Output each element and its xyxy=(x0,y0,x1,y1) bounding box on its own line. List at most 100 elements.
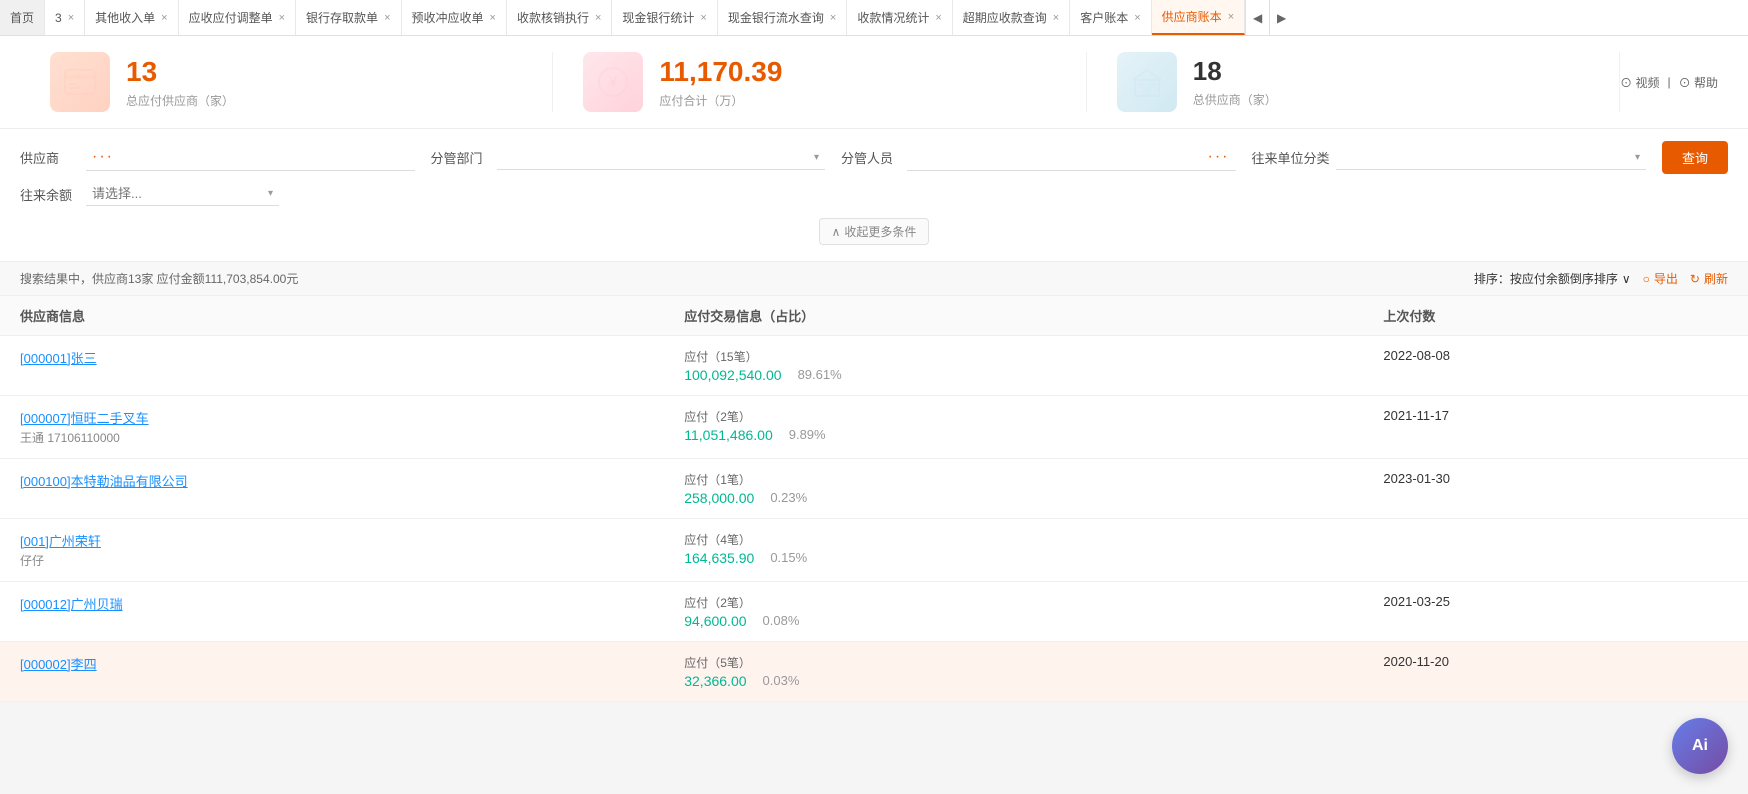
nav-prev-arrow[interactable]: ◀ xyxy=(1245,0,1269,35)
nav-tab-bank-deposit[interactable]: 银行存取款单 × xyxy=(296,0,401,35)
supplier-link[interactable]: [000007]恒旺二手叉车 xyxy=(20,411,149,426)
dept-input[interactable] xyxy=(503,150,814,165)
help-link[interactable]: ⊙ 帮助 xyxy=(1679,74,1718,91)
supplier-link[interactable]: [000001]张三 xyxy=(20,351,97,366)
supplier-contact: 仔仔 xyxy=(20,552,644,569)
results-actions: 排序：按应付余额倒序排序 ∨ ○ 导出 ↻ 刷新 xyxy=(1474,270,1728,287)
supplier-cell: [000002]李四 xyxy=(0,642,664,702)
payable-amount[interactable]: 32,366.00 xyxy=(684,673,746,689)
nav-tab-other-income-label: 其他收入单 xyxy=(95,9,155,26)
top-right-links: ⊙ 视频 | ⊙ 帮助 xyxy=(1620,74,1728,91)
query-button[interactable]: 查询 xyxy=(1662,141,1728,174)
close-icon[interactable]: × xyxy=(595,12,601,24)
payable-amount[interactable]: 11,051,486.00 xyxy=(684,427,773,443)
payable-amount[interactable]: 164,635.90 xyxy=(684,550,754,566)
close-icon[interactable]: × xyxy=(700,12,706,24)
nav-tab-overdue[interactable]: 超期应收款查询 × xyxy=(953,0,1070,35)
category-input[interactable] xyxy=(1342,150,1635,165)
filter-wrapper-balance[interactable]: ▾ xyxy=(86,182,279,206)
person-ellipsis[interactable]: ··· xyxy=(1208,148,1230,166)
refresh-label: 刷新 xyxy=(1704,270,1728,287)
stat-info-payable: 13 总应付供应商（家） xyxy=(126,55,234,110)
supplier-link[interactable]: [000002]李四 xyxy=(20,657,97,672)
sort-label: 排序：按应付余额倒序排序 xyxy=(1474,270,1618,287)
table-row: [000100]本特勒油品有限公司应付（1笔）258,000.000.23%20… xyxy=(0,459,1748,519)
sort-button[interactable]: 排序：按应付余额倒序排序 ∨ xyxy=(1474,270,1631,287)
payable-note: 应付（2笔） xyxy=(684,594,1343,611)
nav-tab-other-income[interactable]: 其他收入单 × xyxy=(85,0,178,35)
nav-tab-payment-exec[interactable]: 收款核销执行 × xyxy=(507,0,612,35)
table-wrapper: 供应商信息 应付交易信息（占比） 上次付数 [000001]张三应付（15笔）1… xyxy=(0,296,1748,702)
nav-tab-ar-ap-adjust-label: 应收应付调整单 xyxy=(189,9,273,26)
supplier-link[interactable]: [001]广州荣轩 xyxy=(20,534,101,549)
filter-item-supplier: 供应商 xyxy=(20,144,415,171)
collapse-button[interactable]: ∧ 收起更多条件 xyxy=(819,218,930,245)
export-button[interactable]: ○ 导出 xyxy=(1643,270,1678,287)
close-icon[interactable]: × xyxy=(384,12,390,24)
stat-value-total-suppliers: 18 xyxy=(1193,56,1277,87)
nav-tab-ar-ap-adjust[interactable]: 应收应付调整单 × xyxy=(179,0,296,35)
supplier-link[interactable]: [000100]本特勒油品有限公司 xyxy=(20,474,188,489)
filter-wrapper-category[interactable]: ▾ xyxy=(1336,146,1646,170)
payable-note: 应付（1笔） xyxy=(684,471,1343,488)
nav-tab-payment-stats[interactable]: 收款情况统计 × xyxy=(847,0,952,35)
col-header-payable: 应付交易信息（占比） xyxy=(664,296,1363,336)
payable-note: 应付（5笔） xyxy=(684,654,1343,671)
person-input[interactable] xyxy=(913,150,1208,165)
last-payment-value: 2020-11-20 xyxy=(1383,654,1449,669)
filter-label-category: 往来单位分类 xyxy=(1252,148,1330,167)
stat-icon-store xyxy=(1117,52,1177,112)
stat-value-payable: 13 xyxy=(126,55,234,89)
nav-tab-overdue-label: 超期应收款查询 xyxy=(963,9,1047,26)
stat-label-total-suppliers: 总供应商（家） xyxy=(1193,91,1277,108)
nav-tab-customer-ledger[interactable]: 客户账本 × xyxy=(1070,0,1151,35)
payable-amount[interactable]: 258,000.00 xyxy=(684,490,754,506)
payable-amount[interactable]: 100,092,540.00 xyxy=(684,367,781,383)
close-icon[interactable]: × xyxy=(1134,12,1140,24)
results-info: 搜索结果中，供应商13家 应付金额111,703,854.00元 xyxy=(20,270,298,287)
filter-wrapper-dept[interactable]: ▾ xyxy=(497,146,826,170)
payable-cell: 应付（15笔）100,092,540.0089.61% xyxy=(664,336,1363,396)
col-header-supplier: 供应商信息 xyxy=(0,296,664,336)
close-icon[interactable]: × xyxy=(1228,11,1234,23)
nav-tab-supplier-ledger[interactable]: 供应商账本 × xyxy=(1152,0,1245,35)
help-icon: ⊙ xyxy=(1679,76,1691,90)
close-icon[interactable]: × xyxy=(935,12,941,24)
video-link[interactable]: ⊙ 视频 xyxy=(1620,74,1659,91)
filter-wrapper-supplier[interactable] xyxy=(86,144,415,171)
balance-input[interactable] xyxy=(92,186,268,201)
filter-row-1: 供应商 分管部门 ▾ 分管人员 ··· 往来单位分类 ▾ xyxy=(20,141,1728,174)
payable-cell: 应付（2笔）94,600.000.08% xyxy=(664,582,1363,642)
nav-tab-3[interactable]: 3 × xyxy=(45,0,85,35)
filter-label-dept: 分管部门 xyxy=(431,148,491,167)
supplier-link[interactable]: [000012]广州贝瑞 xyxy=(20,597,123,612)
supplier-text-input[interactable] xyxy=(112,150,409,165)
supplier-input[interactable] xyxy=(92,148,112,166)
supplier-cell: [001]广州荣轩仔仔 xyxy=(0,519,664,582)
close-icon[interactable]: × xyxy=(1053,12,1059,24)
refresh-icon: ↻ xyxy=(1690,272,1700,286)
close-icon[interactable]: × xyxy=(830,12,836,24)
ai-assistant-bubble[interactable]: Ai xyxy=(1672,718,1728,774)
refresh-button[interactable]: ↻ 刷新 xyxy=(1690,270,1728,287)
results-bar: 搜索结果中，供应商13家 应付金额111,703,854.00元 排序：按应付余… xyxy=(0,262,1748,296)
nav-tab-home[interactable]: 首页 xyxy=(0,0,45,35)
close-icon[interactable]: × xyxy=(161,12,167,24)
close-icon[interactable]: × xyxy=(68,12,74,24)
nav-tab-prepay[interactable]: 预收冲应收单 × xyxy=(402,0,507,35)
filter-wrapper-person[interactable]: ··· xyxy=(907,144,1236,171)
table-row: [000002]李四应付（5笔）32,366.000.03%2020-11-20 xyxy=(0,642,1748,702)
top-nav: 首页 3 × 其他收入单 × 应收应付调整单 × 银行存取款单 × 预收冲应收单… xyxy=(0,0,1748,36)
nav-next-arrow[interactable]: ▶ xyxy=(1269,0,1293,35)
supplier-cell: [000007]恒旺二手叉车王通 17106110000 xyxy=(0,396,664,459)
stat-label-total: 应付合计（万） xyxy=(659,92,782,109)
nav-tab-cash-bank-stats[interactable]: 现金银行统计 × xyxy=(612,0,717,35)
supplier-contact: 王通 17106110000 xyxy=(20,429,644,446)
payable-cell: 应付（2笔）11,051,486.009.89% xyxy=(664,396,1363,459)
close-icon[interactable]: × xyxy=(279,12,285,24)
payable-amount[interactable]: 94,600.00 xyxy=(684,613,746,629)
payable-percent: 9.89% xyxy=(789,427,826,442)
nav-tab-cash-flow[interactable]: 现金银行流水查询 × xyxy=(718,0,847,35)
close-icon[interactable]: × xyxy=(490,12,496,24)
table-row: [000007]恒旺二手叉车王通 17106110000应付（2笔）11,051… xyxy=(0,396,1748,459)
